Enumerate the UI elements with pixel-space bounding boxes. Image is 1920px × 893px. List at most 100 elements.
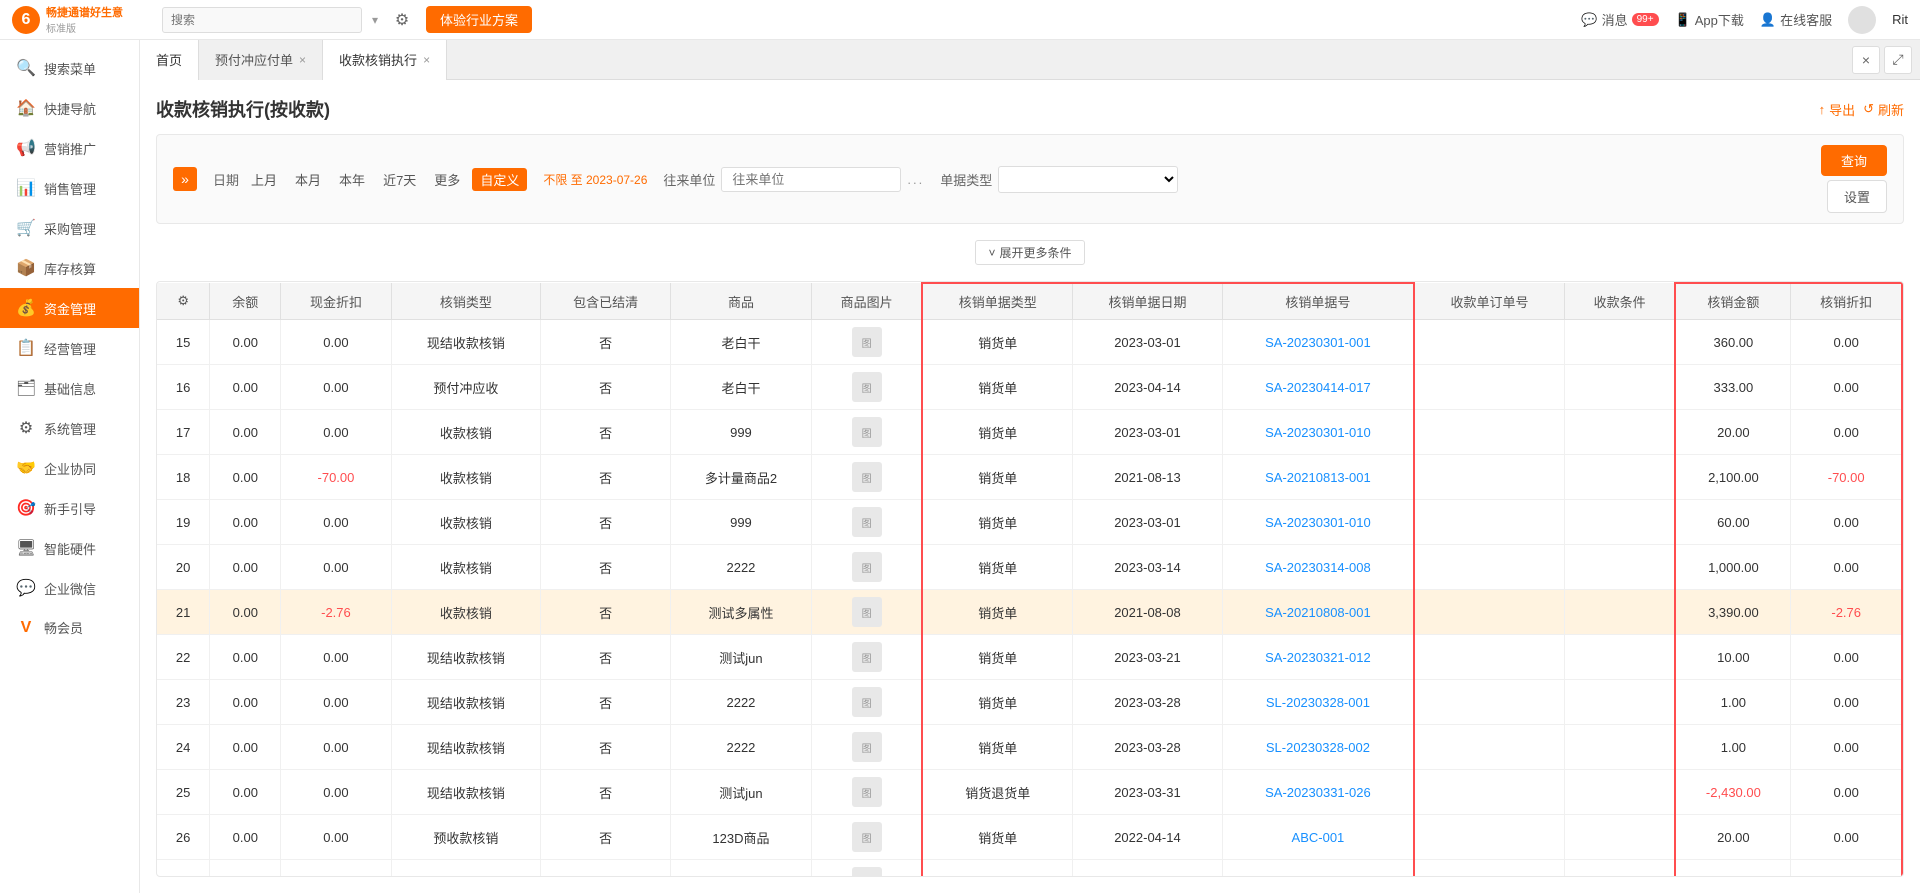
- enterprise-icon: 🤝: [16, 458, 36, 478]
- tab-close-btn[interactable]: ×: [1852, 46, 1880, 74]
- expand-toggle: »: [173, 167, 197, 191]
- tab-writeoff-close[interactable]: ×: [423, 53, 430, 67]
- refresh-button[interactable]: ↺ 刷新: [1863, 100, 1904, 119]
- sidebar-item-wechat[interactable]: 💬 企业微信: [0, 568, 139, 608]
- search-input[interactable]: [162, 7, 362, 33]
- cell-bill-type: 销货单: [922, 725, 1072, 770]
- home-icon: 🏠: [16, 98, 36, 118]
- th-goods-img: 商品图片: [811, 283, 922, 320]
- date-custom[interactable]: 自定义: [472, 168, 527, 191]
- sidebar-item-operation[interactable]: 📋 经营管理: [0, 328, 139, 368]
- cell-writeoff-type: 收款核销: [391, 455, 541, 500]
- bill-no-link[interactable]: SA-20210808-001: [1265, 605, 1371, 620]
- online-service-item[interactable]: 👤 在线客服: [1760, 10, 1832, 29]
- bill-no-link[interactable]: SA-20230301-001: [1265, 335, 1371, 350]
- bill-no-link[interactable]: SL-20230328-001: [1266, 695, 1370, 710]
- cell-no: 15: [157, 320, 210, 365]
- cell-goods: 衣服00001: [671, 860, 812, 878]
- cell-writeoff-amount: 1.00: [1675, 680, 1790, 725]
- cell-bill-type: 销货退货单: [922, 770, 1072, 815]
- sidebar-label-enterprise: 企业协同: [44, 459, 96, 478]
- dropdown-arrow[interactable]: ▾: [372, 13, 378, 27]
- cell-writeoff-type: 预付冲应收: [391, 365, 541, 410]
- bill-no-link[interactable]: SA-20230331-026: [1265, 785, 1371, 800]
- table-row: 16 0.00 0.00 预付冲应收 否 老白干 图 销货单 2023-04-1…: [157, 365, 1902, 410]
- solution-button[interactable]: 体验行业方案: [426, 6, 532, 33]
- bill-no-link[interactable]: SA-20230414-017: [1265, 380, 1371, 395]
- sidebar-item-member[interactable]: V 畅会员: [0, 608, 139, 647]
- filter-dots: ...: [907, 172, 924, 187]
- expand-more-button[interactable]: ˅ 展开更多条件: [975, 240, 1084, 265]
- sidebar-item-finance[interactable]: 💰 资金管理: [0, 288, 139, 328]
- sidebar-item-enterprise[interactable]: 🤝 企业协同: [0, 448, 139, 488]
- cell-cash-discount: 0.00: [281, 680, 391, 725]
- cell-bill-no: SA-20230301-010: [1222, 500, 1414, 545]
- cell-no: 16: [157, 365, 210, 410]
- bill-no-link[interactable]: SA-20230301-010: [1265, 515, 1371, 530]
- cell-include-settled: 否: [541, 770, 671, 815]
- cell-writeoff-type: 收款核销: [391, 500, 541, 545]
- app-download-item[interactable]: 📱 App下载: [1675, 10, 1744, 29]
- cell-receipt-order-no: [1414, 725, 1564, 770]
- th-goods: 商品: [671, 283, 812, 320]
- sidebar-item-hardware[interactable]: 🖥 智能硬件: [0, 528, 139, 568]
- cell-cash-discount: 0.00: [281, 320, 391, 365]
- bill-no-link[interactable]: SL-20230408-001: [1266, 875, 1370, 878]
- notification-item[interactable]: 💬 消息 99+: [1581, 10, 1658, 29]
- setting-button[interactable]: 设置: [1827, 180, 1887, 213]
- bill-no-link[interactable]: SL-20230328-002: [1266, 740, 1370, 755]
- notification-badge: 99+: [1632, 13, 1659, 26]
- search-icon: 🔍: [16, 58, 36, 78]
- cell-receipt-order-no: [1414, 770, 1564, 815]
- cell-balance: 0.00: [210, 365, 281, 410]
- sidebar-item-purchase[interactable]: 🛒 采购管理: [0, 208, 139, 248]
- wechat-icon: 💬: [16, 578, 36, 598]
- bill-type-select[interactable]: [998, 166, 1178, 193]
- cell-receipt-condition: [1564, 590, 1675, 635]
- avatar[interactable]: [1848, 6, 1876, 34]
- purchase-icon: 🛒: [16, 218, 36, 238]
- tab-writeoff[interactable]: 收款核销执行 ×: [323, 40, 447, 80]
- date-more[interactable]: 更多: [428, 168, 466, 191]
- tab-expand-btn[interactable]: ⤢: [1884, 46, 1912, 74]
- sidebar-item-basic[interactable]: 🗂 基础信息: [0, 368, 139, 408]
- query-button[interactable]: 查询: [1821, 145, 1887, 176]
- counterparty-input[interactable]: [721, 167, 901, 192]
- th-receipt-order-no: 收款单订单号: [1414, 283, 1564, 320]
- page-content: 收款核销执行(按收款) ↑ 导出 ↺ 刷新 »: [140, 80, 1920, 893]
- layout: 🔍 搜索菜单 🏠 快捷导航 📢 营销推广 📊 销售管理 🛒 采购管理 📦 库存核…: [0, 40, 1920, 893]
- operation-icon: 📋: [16, 338, 36, 358]
- sidebar-label-operation: 经营管理: [44, 339, 96, 358]
- refresh-icon: ↺: [1863, 101, 1874, 117]
- bill-no-link[interactable]: SA-20230301-010: [1265, 425, 1371, 440]
- export-button[interactable]: ↑ 导出: [1819, 100, 1856, 119]
- bill-no-link[interactable]: SA-20210813-001: [1265, 470, 1371, 485]
- bill-no-link[interactable]: ABC-001: [1292, 830, 1345, 845]
- cell-bill-no: SA-20230321-012: [1222, 635, 1414, 680]
- basic-icon: 🗂: [16, 378, 36, 398]
- expand-more-icon: ˅: [988, 246, 995, 260]
- sidebar-item-system[interactable]: ⚙ 系统管理: [0, 408, 139, 448]
- tab-prepay[interactable]: 预付冲应付单 ×: [199, 40, 323, 80]
- tab-home[interactable]: 首页: [140, 40, 199, 80]
- tab-prepay-close[interactable]: ×: [299, 53, 306, 67]
- sidebar-item-search[interactable]: 🔍 搜索菜单: [0, 48, 139, 88]
- cell-writeoff-type: 现结收款核销: [391, 860, 541, 878]
- sidebar-label-purchase: 采购管理: [44, 219, 96, 238]
- date-this-month[interactable]: 本月: [289, 168, 327, 191]
- sidebar-label-finance: 资金管理: [44, 299, 96, 318]
- expand-arrow-btn[interactable]: »: [173, 167, 197, 191]
- sidebar-item-guide[interactable]: 🎯 新手引导: [0, 488, 139, 528]
- bill-no-link[interactable]: SA-20230321-012: [1265, 650, 1371, 665]
- date-last-month[interactable]: 上月: [245, 168, 283, 191]
- sidebar-item-inventory[interactable]: 📦 库存核算: [0, 248, 139, 288]
- date-7days[interactable]: 近7天: [377, 168, 422, 191]
- cell-bill-type: 销货单: [922, 365, 1072, 410]
- sidebar-item-sales[interactable]: 📊 销售管理: [0, 168, 139, 208]
- bill-no-link[interactable]: SA-20230314-008: [1265, 560, 1371, 575]
- date-this-year[interactable]: 本年: [333, 168, 371, 191]
- sidebar-item-nav[interactable]: 🏠 快捷导航: [0, 88, 139, 128]
- settings-icon[interactable]: ⚙: [388, 6, 416, 34]
- system-icon: ⚙: [16, 418, 36, 438]
- sidebar-item-marketing[interactable]: 📢 营销推广: [0, 128, 139, 168]
